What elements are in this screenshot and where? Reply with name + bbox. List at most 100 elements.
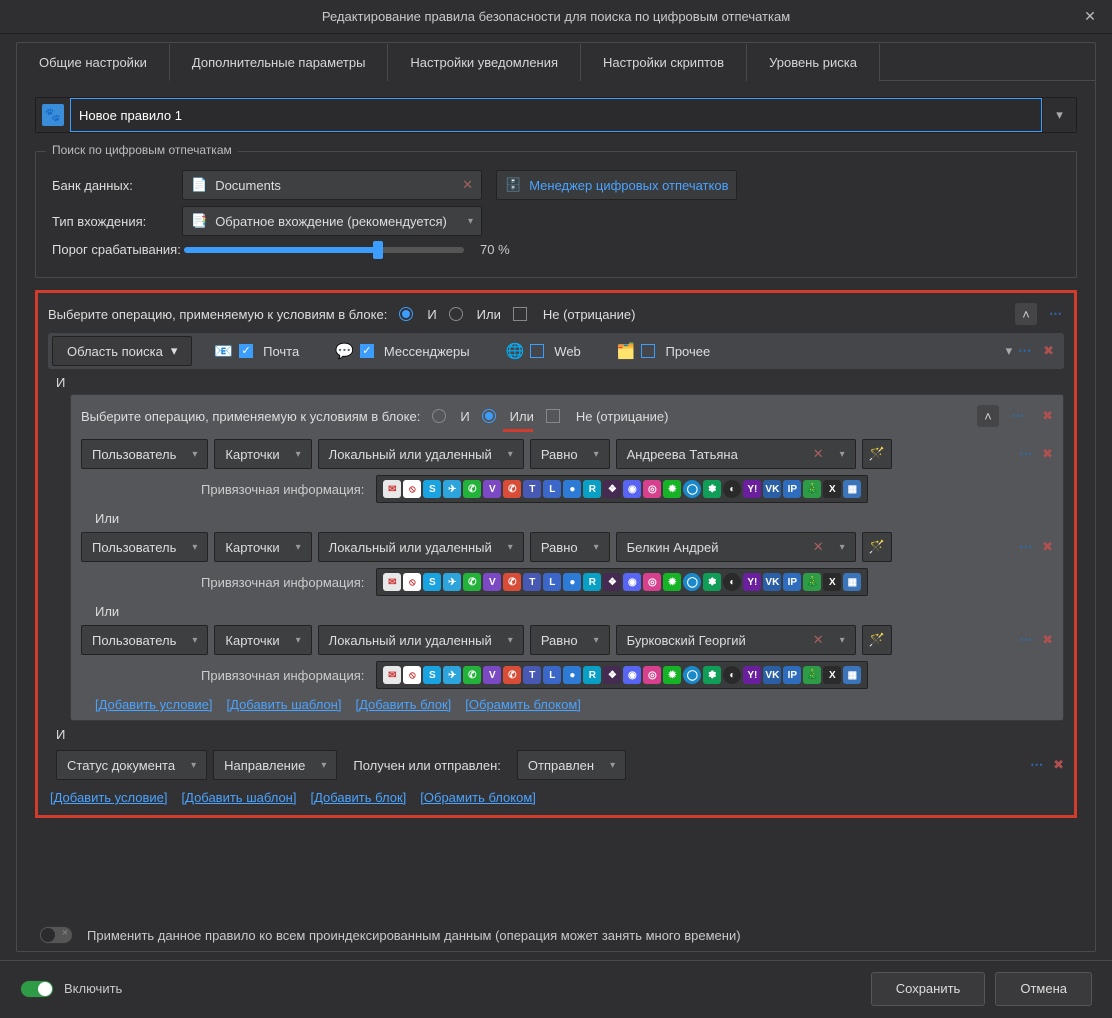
c3-clear-icon[interactable]: ✕ [813, 632, 824, 648]
fingerprint-manager-button[interactable]: 🗄️ Менеджер цифровых отпечатков [496, 170, 737, 200]
outer-not-checkbox[interactable] [513, 307, 527, 321]
fingerprint-manager-label: Менеджер цифровых отпечатков [529, 178, 728, 193]
c1-wizard-icon[interactable]: 🪄 [862, 439, 892, 469]
inner-collapse-button[interactable]: ˄ [977, 405, 999, 427]
outer-collapse-button[interactable]: ˄ [1015, 303, 1037, 325]
tree-icon: 🎄 [803, 480, 821, 498]
fingerprint-manager-icon: 🗄️ [505, 177, 521, 193]
tab-general[interactable]: Общие настройки [17, 44, 170, 81]
scope-expand-icon[interactable] [1006, 343, 1013, 359]
c3-more-icon[interactable]: ⋯ [1019, 632, 1034, 648]
c3-field1[interactable]: Пользователь [81, 625, 208, 655]
scope-messengers[interactable]: 💬 ✓ Мессенджеры [317, 342, 487, 360]
scope-mess-checkbox[interactable]: ✓ [360, 344, 374, 358]
teams-icon: T [523, 480, 541, 498]
status-more-icon[interactable]: ⋯ [1030, 757, 1045, 773]
rule-type-icon: 🐾 [36, 98, 70, 132]
outer-or-radio[interactable] [449, 307, 463, 321]
tab-scripts[interactable]: Настройки скриптов [581, 44, 747, 81]
outer-add-template[interactable]: [Добавить шаблон] [182, 790, 297, 805]
chat-icon: 💬 [335, 342, 354, 360]
c2-field2[interactable]: Карточки [214, 532, 311, 562]
c1-bind-icons[interactable]: ✉⦸S✈✆V✆TL●R❖◉◎✹◯✽◐Y!VKIP🎄X▦ [376, 475, 868, 503]
c3-bind-icons[interactable]: ✉⦸S✈✆V✆TL●R❖◉◎✹◯✽◐Y!VKIP🎄X▦ [376, 661, 868, 689]
ip-icon: IP [783, 573, 801, 591]
c1-field1[interactable]: Пользователь [81, 439, 208, 469]
status-doc-dd[interactable]: Статус документа [56, 750, 207, 780]
c2-field1[interactable]: Пользователь [81, 532, 208, 562]
status-delete-icon[interactable]: ✖ [1053, 757, 1064, 773]
scope-other-checkbox[interactable] [641, 344, 655, 358]
c1-more-icon[interactable]: ⋯ [1019, 446, 1034, 462]
c2-field3[interactable]: Локальный или удаленный [318, 532, 524, 562]
c1-delete-icon[interactable]: ✖ [1042, 446, 1053, 462]
scope-web-checkbox[interactable] [530, 344, 544, 358]
tab-notifications[interactable]: Настройки уведомления [388, 44, 581, 81]
outer-add-condition[interactable]: [Добавить условие] [50, 790, 168, 805]
cancel-button[interactable]: Отмена [995, 972, 1092, 1006]
apply-toggle[interactable]: × [39, 926, 73, 944]
outer-add-block[interactable]: [Добавить блок] [310, 790, 406, 805]
scope-more-icon[interactable]: ⋯ [1018, 343, 1033, 359]
viber-icon: V [483, 480, 501, 498]
inner-wrap-block[interactable]: [Обрамить блоком] [465, 697, 581, 712]
c3-field2[interactable]: Карточки [214, 625, 311, 655]
rule-name-dropdown[interactable] [1042, 98, 1076, 132]
inner-or-radio[interactable] [482, 409, 496, 423]
c2-bind-icons[interactable]: ✉⦸S✈✆V✆TL●R❖◉◎✹◯✽◐Y!VKIP🎄X▦ [376, 568, 868, 596]
scope-mail-label: Почта [263, 344, 299, 359]
viber-icon: V [483, 666, 501, 684]
scope-mail-checkbox[interactable]: ✓ [239, 344, 253, 358]
inner-add-condition[interactable]: [Добавить условие] [95, 697, 213, 712]
x-icon: X [823, 573, 841, 591]
c1-field3[interactable]: Локальный или удаленный [318, 439, 524, 469]
save-button[interactable]: Сохранить [871, 972, 986, 1006]
threshold-slider[interactable] [184, 247, 464, 253]
x-icon: X [823, 480, 841, 498]
bank-combo[interactable]: 📄 Documents ✕ [182, 170, 482, 200]
c1-field2[interactable]: Карточки [214, 439, 311, 469]
rule-name-input[interactable] [70, 98, 1042, 132]
outer-or-label: Или [477, 307, 501, 322]
scope-select[interactable]: Область поиска [52, 336, 192, 366]
inner-not-checkbox[interactable] [546, 409, 560, 423]
c2-delete-icon[interactable]: ✖ [1042, 539, 1053, 555]
c3-field3[interactable]: Локальный или удаленный [318, 625, 524, 655]
c2-field4[interactable]: Равно [530, 532, 610, 562]
outer-more-icon[interactable]: ⋯ [1049, 306, 1064, 322]
inner-add-block[interactable]: [Добавить блок] [355, 697, 451, 712]
status-dir-dd[interactable]: Направление [213, 750, 337, 780]
close-icon[interactable]: ✕ [1076, 4, 1104, 28]
tree-icon: 🎄 [803, 666, 821, 684]
c1-field4[interactable]: Равно [530, 439, 610, 469]
inner-delete-icon[interactable]: ✖ [1042, 408, 1053, 424]
scope-delete-icon[interactable]: ✖ [1043, 343, 1054, 359]
wechat-icon: ✹ [663, 666, 681, 684]
outer-wrap-block[interactable]: [Обрамить блоком] [420, 790, 536, 805]
c2-more-icon[interactable]: ⋯ [1019, 539, 1034, 555]
scope-mail[interactable]: 📧 ✓ Почта [196, 342, 317, 360]
c1-clear-icon[interactable]: ✕ [813, 446, 824, 462]
c2-wizard-icon[interactable]: 🪄 [862, 532, 892, 562]
scope-web[interactable]: 🌐 Web [488, 342, 599, 360]
instagram-icon: ◎ [643, 480, 661, 498]
inner-more-icon[interactable]: ⋯ [1011, 408, 1026, 424]
c3-field4[interactable]: Равно [530, 625, 610, 655]
c3-wizard-icon[interactable]: 🪄 [862, 625, 892, 655]
outer-and-radio[interactable] [399, 307, 413, 321]
tab-additional[interactable]: Дополнительные параметры [170, 44, 389, 81]
c2-clear-icon[interactable]: ✕ [813, 539, 824, 555]
c1-value[interactable]: Андреева Татьяна✕ [616, 439, 856, 469]
yahoo-icon: Y! [743, 573, 761, 591]
scope-other[interactable]: 🗂️ Прочее [599, 342, 728, 360]
status-sent-dd[interactable]: Отправлен [517, 750, 626, 780]
entry-type-combo[interactable]: 📑 Обратное вхождение (рекомендуется) [182, 206, 482, 236]
c3-delete-icon[interactable]: ✖ [1042, 632, 1053, 648]
inner-add-template[interactable]: [Добавить шаблон] [227, 697, 342, 712]
c2-value[interactable]: Белкин Андрей✕ [616, 532, 856, 562]
inner-and-radio[interactable] [432, 409, 446, 423]
enable-toggle[interactable] [20, 980, 54, 998]
tab-risk[interactable]: Уровень риска [747, 44, 880, 81]
c3-value[interactable]: Бурковский Георгий✕ [616, 625, 856, 655]
bank-clear-icon[interactable]: ✕ [462, 177, 473, 193]
